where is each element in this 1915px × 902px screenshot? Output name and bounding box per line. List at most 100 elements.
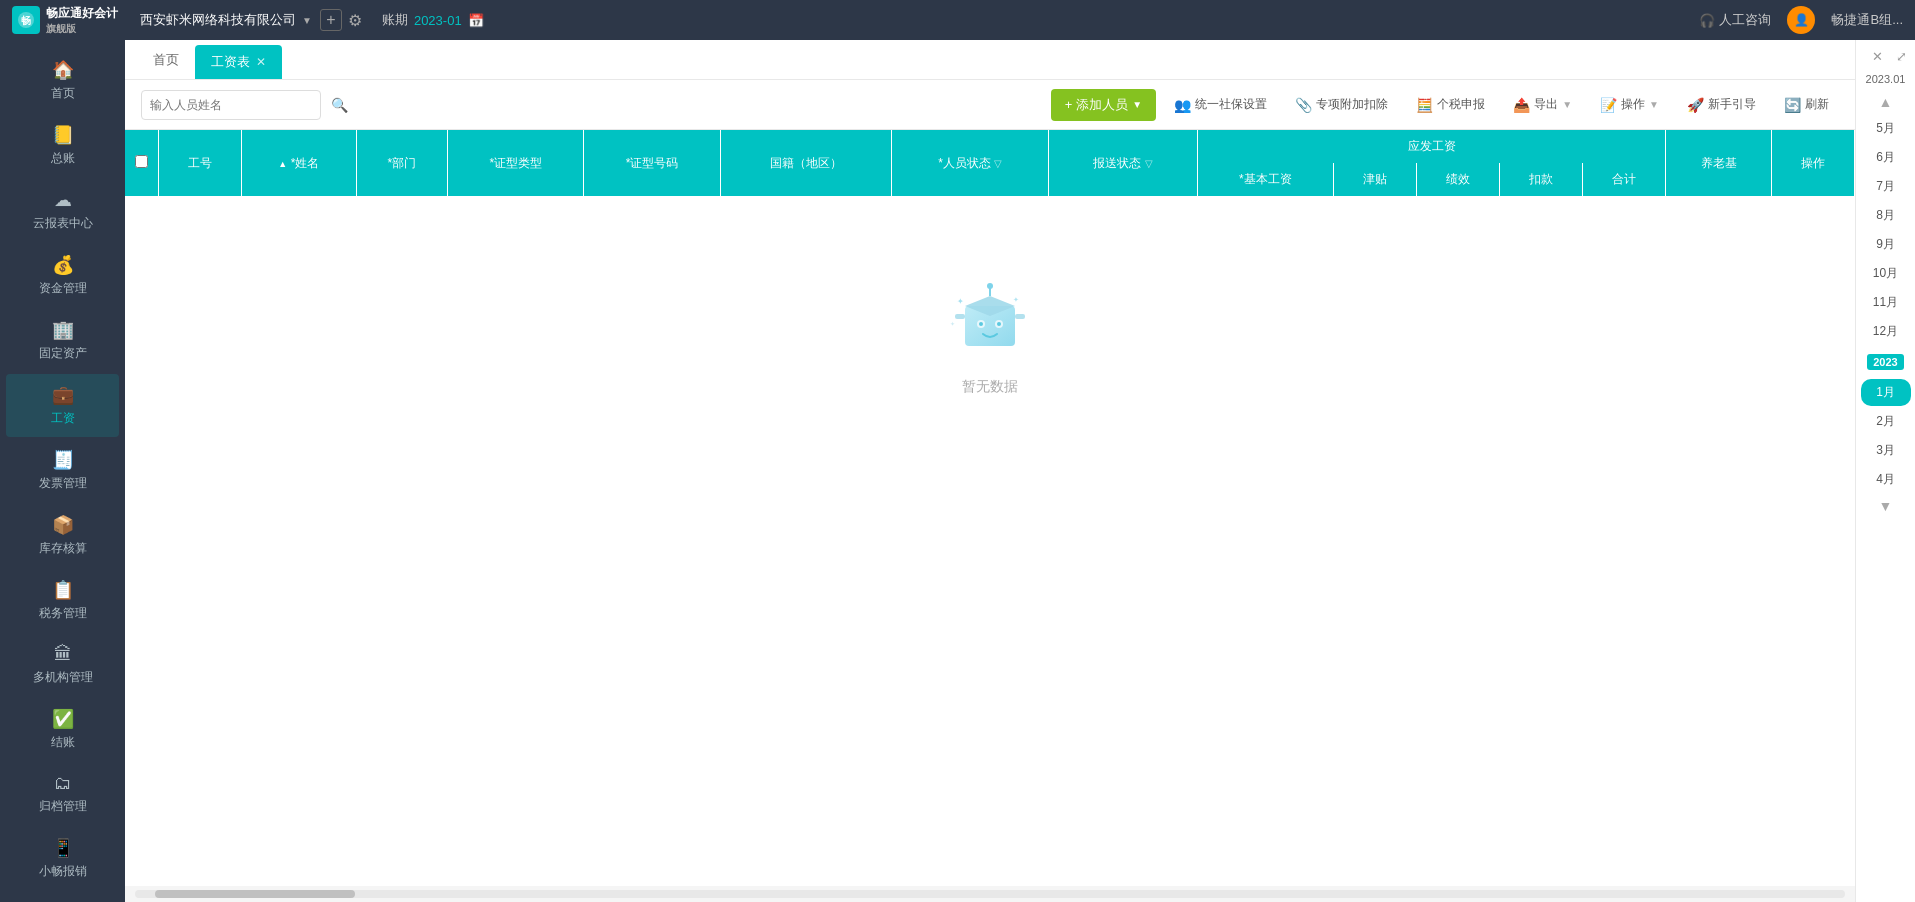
month-2022-06[interactable]: 6月 <box>1861 144 1911 171</box>
month-2022-08[interactable]: 8月 <box>1861 202 1911 229</box>
empty-state: ✦ ✦ ✦ 暂无数据 <box>125 196 1855 476</box>
header-base-salary: *基本工资 <box>1197 163 1333 196</box>
month-2022-10[interactable]: 10月 <box>1861 260 1911 287</box>
month-2023-01-label: 1月 <box>1876 385 1895 399</box>
month-2022-12[interactable]: 12月 <box>1861 318 1911 345</box>
social-security-button[interactable]: 👥 统一社保设置 <box>1164 90 1277 120</box>
sidebar-label-cloud: 云报表中心 <box>33 215 93 232</box>
search-input[interactable] <box>141 90 321 120</box>
inventory-icon: 📦 <box>52 514 74 536</box>
month-2022-05[interactable]: 5月 <box>1861 115 1911 142</box>
month-2022-07[interactable]: 7月 <box>1861 173 1911 200</box>
sidebar-item-archive[interactable]: 🗂 归档管理 <box>6 763 119 825</box>
refresh-button[interactable]: 🔄 刷新 <box>1774 90 1839 120</box>
sidebar-item-invoice[interactable]: 🧾 发票管理 <box>6 439 119 502</box>
main-layout: 🏠 首页 📒 总账 ☁ 云报表中心 💰 资金管理 🏢 固定资产 💼 工资 🧾 发… <box>0 40 1915 902</box>
maximize-panel-button[interactable]: ⤢ <box>1891 46 1911 66</box>
top-header: 畅 畅应通好会计 旗舰版 西安虾米网络科技有限公司 ▼ + ⚙ 账期 2023-… <box>0 0 1915 40</box>
expense-icon: 📱 <box>52 837 74 859</box>
export-button[interactable]: 📤 导出 ▼ <box>1503 90 1582 120</box>
sidebar-item-cloud-report[interactable]: ☁ 云报表中心 <box>6 179 119 242</box>
scroll-up-button[interactable]: ▲ <box>1861 90 1911 114</box>
add-company-button[interactable]: + <box>320 9 342 31</box>
user-avatar[interactable]: 👤 <box>1787 6 1815 34</box>
empty-state-icon: ✦ ✦ ✦ <box>945 276 1035 366</box>
right-panel-current: 2023.01 <box>1862 68 1910 90</box>
svg-text:✦: ✦ <box>957 297 964 306</box>
add-person-dropdown-icon: ▼ <box>1132 99 1142 110</box>
header-country: 国籍（地区） <box>720 130 892 196</box>
sidebar-item-expense[interactable]: 📱 小畅报销 <box>6 827 119 890</box>
header-person-status[interactable]: *人员状态 ▽ <box>892 130 1049 196</box>
export-arrow-icon: ▼ <box>1562 99 1572 110</box>
month-2022-12-label: 12月 <box>1873 324 1898 338</box>
month-2023-02[interactable]: 2月 <box>1861 408 1911 435</box>
svg-point-6 <box>979 322 983 326</box>
header-name[interactable]: ▲ *姓名 <box>242 130 356 196</box>
right-panel-year: 2023.01 <box>1866 73 1906 85</box>
user-name[interactable]: 畅捷通B组... <box>1831 11 1903 29</box>
logo-main-text: 畅应通好会计 <box>46 5 118 22</box>
sidebar-item-settings[interactable]: ⚙ 基础设置 <box>6 892 119 902</box>
scrollbar-track[interactable] <box>135 890 1845 898</box>
month-2023-01[interactable]: 1月 <box>1861 379 1911 406</box>
logo-icon: 畅 <box>12 6 40 34</box>
social-security-label: 统一社保设置 <box>1195 96 1267 113</box>
tax-icon: 📋 <box>52 579 74 601</box>
period-label: 账期 <box>382 11 408 29</box>
sidebar-item-ledger[interactable]: 📒 总账 <box>6 114 119 177</box>
special-deduction-button[interactable]: 📎 专项附加扣除 <box>1285 90 1398 120</box>
operation-label: 操作 <box>1621 96 1645 113</box>
close-account-icon: ✅ <box>52 708 74 730</box>
header-report-status[interactable]: 报送状态 ▽ <box>1049 130 1197 196</box>
search-icon[interactable]: 🔍 <box>331 97 348 113</box>
individual-tax-button[interactable]: 🧮 个税申报 <box>1406 90 1495 120</box>
month-2022-11[interactable]: 11月 <box>1861 289 1911 316</box>
content-area: 首页 工资表 ✕ 🔍 + 添加人员 ▼ � <box>125 40 1855 902</box>
header-issued-wages: 应发工资 <box>1197 130 1666 163</box>
operation-button[interactable]: 📝 操作 ▼ <box>1590 90 1669 120</box>
sidebar-label-inventory: 库存核算 <box>39 540 87 557</box>
sidebar-item-inventory[interactable]: 📦 库存核算 <box>6 504 119 567</box>
month-2023-04[interactable]: 4月 <box>1861 466 1911 493</box>
sidebar-label-fund: 资金管理 <box>39 280 87 297</box>
empty-state-text: 暂无数据 <box>962 378 1018 396</box>
month-2022-09[interactable]: 9月 <box>1861 231 1911 258</box>
tab-home-label: 首页 <box>153 52 179 67</box>
home-icon: 🏠 <box>52 59 74 81</box>
table-header-row1: 工号 ▲ *姓名 *部门 *证型类型 <box>125 130 1855 163</box>
add-person-button[interactable]: + 添加人员 ▼ <box>1051 89 1157 121</box>
sidebar-item-tax[interactable]: 📋 税务管理 <box>6 569 119 632</box>
company-selector[interactable]: 西安虾米网络科技有限公司 ▼ <box>132 7 320 33</box>
sidebar-item-close-account[interactable]: ✅ 结账 <box>6 698 119 761</box>
new-guide-toolbar-button[interactable]: 🚀 新手引导 <box>1677 90 1766 120</box>
tab-home[interactable]: 首页 <box>137 43 195 79</box>
customer-service-button[interactable]: 🎧 人工咨询 <box>1699 11 1771 29</box>
horizontal-scrollbar[interactable] <box>125 886 1855 902</box>
scrollbar-thumb[interactable] <box>155 890 355 898</box>
sidebar-item-home[interactable]: 🏠 首页 <box>6 49 119 112</box>
tab-close-icon[interactable]: ✕ <box>256 55 266 69</box>
header-checkbox[interactable] <box>125 130 159 196</box>
sidebar-item-multi-org[interactable]: 🏛 多机构管理 <box>6 634 119 696</box>
header-total: 合计 <box>1583 163 1666 196</box>
tab-salary[interactable]: 工资表 ✕ <box>195 45 282 79</box>
sidebar-item-fixed-assets[interactable]: 🏢 固定资产 <box>6 309 119 372</box>
sidebar-item-fund[interactable]: 💰 资金管理 <box>6 244 119 307</box>
header-person-status-label: *人员状态 <box>938 156 991 170</box>
deduction-icon: 📎 <box>1295 97 1312 113</box>
header-country-label: 国籍（地区） <box>770 156 842 170</box>
toolbar: 🔍 + 添加人员 ▼ 👥 统一社保设置 📎 专项附加扣除 <box>125 80 1855 130</box>
scroll-down-button[interactable]: ▼ <box>1861 494 1911 518</box>
month-2023-03[interactable]: 3月 <box>1861 437 1911 464</box>
close-panel-button[interactable]: ✕ <box>1867 46 1887 66</box>
settings-icon[interactable]: ⚙ <box>348 11 362 30</box>
select-all-checkbox[interactable] <box>135 155 148 168</box>
period-value[interactable]: 2023-01 <box>414 13 462 28</box>
svg-point-9 <box>987 283 993 289</box>
sidebar-item-salary[interactable]: 💼 工资 <box>6 374 119 437</box>
add-icon: + <box>1065 97 1073 112</box>
calendar-icon[interactable]: 📅 <box>468 13 484 28</box>
logo-area: 畅 畅应通好会计 旗舰版 <box>12 5 132 36</box>
logo-sub-text: 旗舰版 <box>46 22 118 36</box>
